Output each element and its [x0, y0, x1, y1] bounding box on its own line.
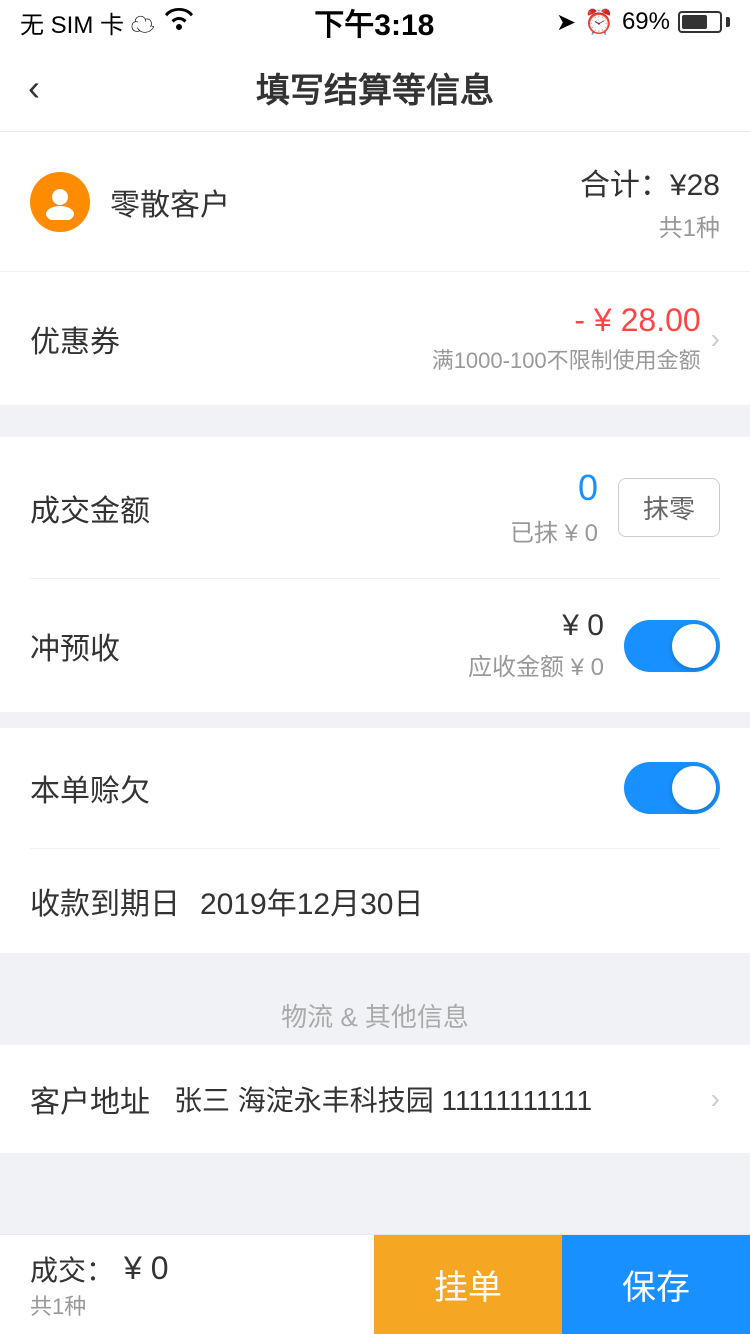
save-button-label: 保存: [622, 1260, 690, 1309]
bottom-deal-row: 成交： ¥ 0: [30, 1249, 344, 1289]
customer-info: 零散客户: [30, 172, 230, 232]
status-bar: 无 SIM 卡 ☁ 下午3:18 ➤ ⏰ 69%: [0, 0, 750, 44]
credit-toggle-knob: [672, 766, 716, 810]
duedate-label: 收款到期日: [30, 879, 180, 923]
nav-bar: ‹ 填写结算等信息: [0, 44, 750, 132]
credit-section: 本单赊欠 收款到期日 2019年12月30日: [0, 728, 750, 953]
prepay-label: 冲预收: [30, 624, 120, 668]
location-icon: ➤: [556, 8, 576, 37]
customer-row: 零散客户 合计：¥28 共1种: [0, 132, 750, 271]
pend-button-label: 挂单: [434, 1260, 502, 1309]
round-button[interactable]: 抹零: [618, 478, 720, 537]
credit-row: 本单赊欠: [30, 728, 720, 848]
customer-avatar: [30, 172, 90, 232]
coupon-right: - ¥ 28.00 满1000-100不限制使用金额 ›: [432, 302, 720, 375]
sim-label: 无 SIM 卡 ☁: [20, 5, 155, 40]
back-button[interactable]: ‹: [28, 67, 40, 109]
bottom-deal-amount: ¥ 0: [124, 1250, 168, 1287]
section-divider-3: [0, 969, 750, 985]
address-chevron-icon: ›: [711, 1083, 720, 1115]
bottom-bar: 成交： ¥ 0 共1种 挂单 保存: [0, 1234, 750, 1334]
customer-count: 共1种: [580, 208, 720, 243]
coupon-desc: 满1000-100不限制使用金额: [432, 343, 701, 375]
bottom-count: 共1种: [30, 1289, 344, 1321]
credit-toggle[interactable]: [624, 762, 720, 814]
alarm-icon: ⏰: [584, 8, 614, 37]
toggle-knob: [672, 624, 716, 668]
address-value: 张三 海淀永丰科技园 11111111111: [174, 1079, 711, 1119]
prepay-sub: 应收金额 ¥ 0: [468, 647, 604, 682]
address-section: 客户地址 张三 海淀永丰科技园 11111111111 ›: [0, 1045, 750, 1153]
duedate-row: 收款到期日 2019年12月30日: [30, 848, 720, 953]
customer-summary: 合计：¥28 共1种: [580, 160, 720, 243]
deal-amount-label: 成交金额: [30, 486, 150, 530]
credit-label: 本单赊欠: [30, 766, 150, 810]
customer-card: 零散客户 合计：¥28 共1种 优惠券 - ¥ 28.00 满1000-100不…: [0, 132, 750, 405]
deal-rounded-sub: 已抹 ¥ 0: [510, 513, 598, 548]
status-bar-time: 下午3:18: [314, 0, 434, 44]
prepay-value-block: ¥ 0 应收金额 ¥ 0: [468, 609, 604, 682]
bottom-deal-label: 成交：: [30, 1249, 114, 1289]
deal-amount-right: 0 已抹 ¥ 0 抹零: [510, 467, 720, 548]
wifi-icon: [165, 8, 193, 36]
amount-section: 成交金额 0 已抹 ¥ 0 抹零 冲预收 ¥ 0 应收金额 ¥ 0: [0, 437, 750, 712]
prepay-toggle[interactable]: [624, 620, 720, 672]
content-area: 零散客户 合计：¥28 共1种 优惠券 - ¥ 28.00 满1000-100不…: [0, 132, 750, 1273]
deal-amount-block: 0 已抹 ¥ 0: [510, 467, 598, 548]
duedate-value[interactable]: 2019年12月30日: [200, 879, 423, 923]
section-divider-1: [0, 421, 750, 437]
status-bar-right: ➤ ⏰ 69%: [556, 8, 730, 37]
prepay-value: ¥ 0: [468, 609, 604, 643]
bottom-summary: 成交： ¥ 0 共1种: [0, 1249, 374, 1321]
battery-percent: 69%: [622, 8, 670, 36]
prepay-row: 冲预收 ¥ 0 应收金额 ¥ 0: [30, 579, 720, 712]
coupon-info: - ¥ 28.00 满1000-100不限制使用金额: [432, 302, 701, 375]
battery-icon: [678, 11, 730, 33]
coupon-label: 优惠券: [30, 317, 120, 361]
coupon-amount: - ¥ 28.00: [432, 302, 701, 339]
chevron-right-icon: ›: [711, 323, 720, 355]
logistics-divider: 物流 & 其他信息: [0, 985, 750, 1045]
customer-total: 合计：¥28: [580, 160, 720, 204]
deal-amount-value[interactable]: 0: [510, 467, 598, 509]
coupon-row[interactable]: 优惠券 - ¥ 28.00 满1000-100不限制使用金额 ›: [0, 271, 750, 405]
address-label: 客户地址: [30, 1077, 150, 1121]
address-row[interactable]: 客户地址 张三 海淀永丰科技园 11111111111 ›: [30, 1045, 720, 1153]
save-button[interactable]: 保存: [562, 1235, 750, 1334]
pend-button[interactable]: 挂单: [374, 1235, 562, 1334]
prepay-right: ¥ 0 应收金额 ¥ 0: [468, 609, 720, 682]
deal-amount-row: 成交金额 0 已抹 ¥ 0 抹零: [30, 437, 720, 579]
section-divider-2: [0, 712, 750, 728]
page-title: 填写结算等信息: [256, 63, 494, 112]
logistics-label: 物流 & 其他信息: [281, 997, 469, 1034]
status-bar-left: 无 SIM 卡 ☁: [20, 5, 193, 40]
customer-name: 零散客户: [110, 180, 230, 224]
